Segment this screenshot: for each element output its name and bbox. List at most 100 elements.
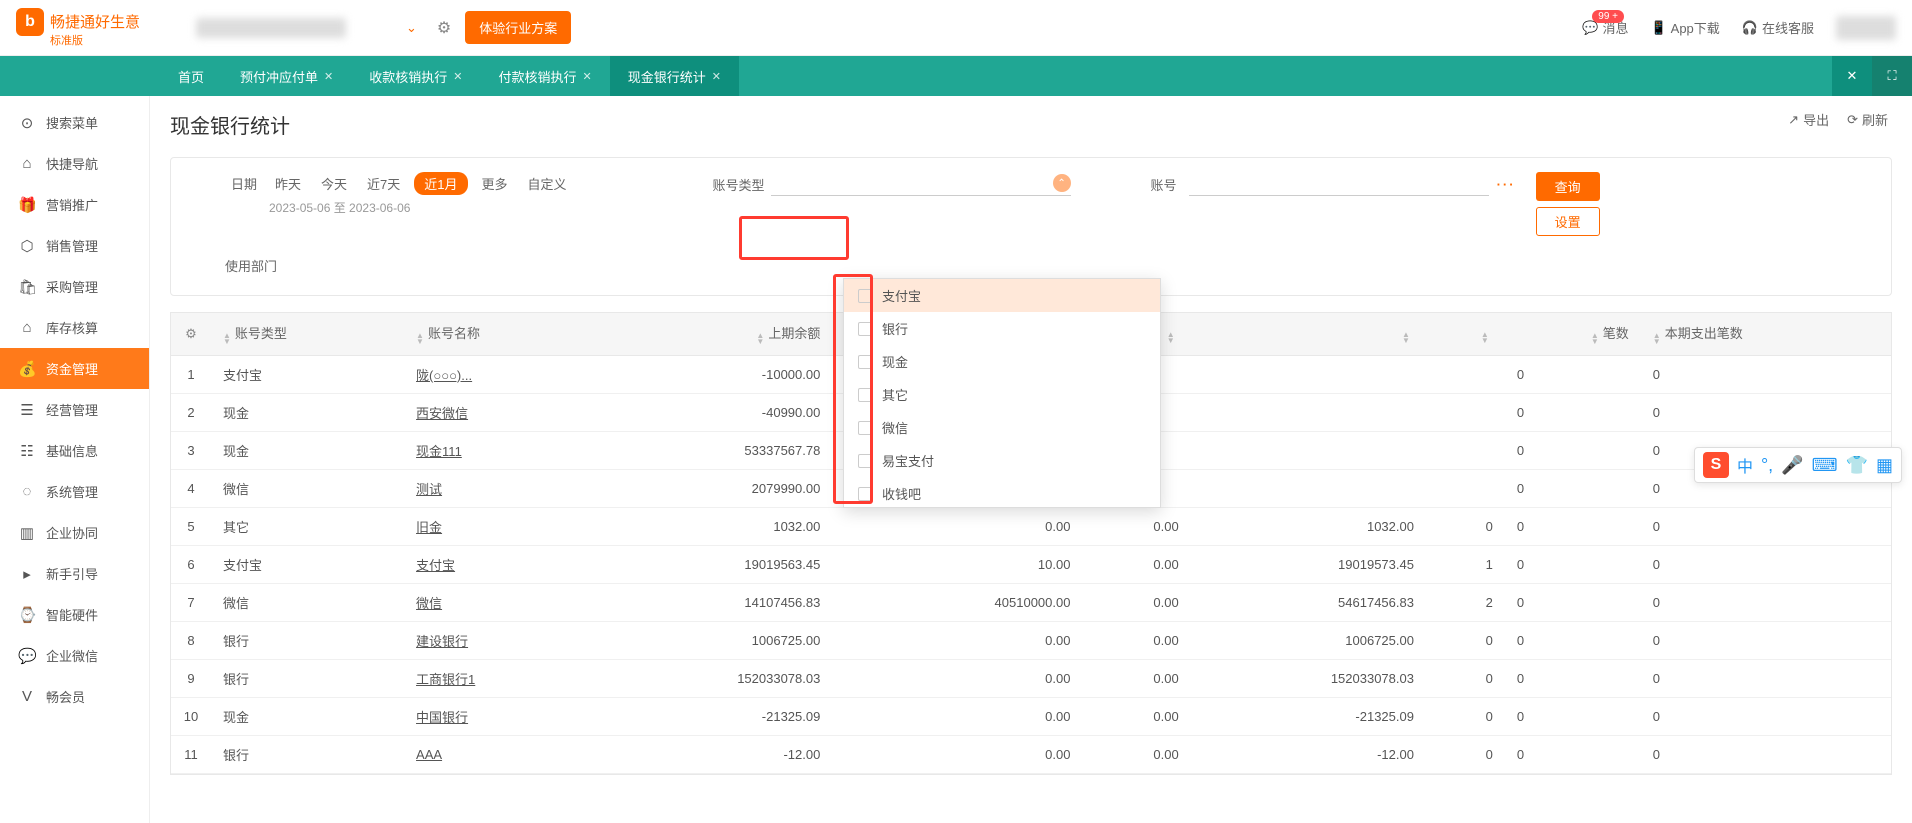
close-icon[interactable]: ✕ [324,70,333,83]
table-header[interactable]: ⚙ [171,313,211,356]
tab-0[interactable]: 首页 [160,56,222,96]
table-header[interactable]: ▲▼账号名称 [404,313,597,356]
user-avatar-blurred[interactable] [1836,16,1896,40]
sidebar-item-8[interactable]: ☷基础信息 [0,430,149,471]
account-name-link[interactable]: 西安微信 [404,394,597,432]
date-option[interactable]: 今天 [315,172,353,195]
dropdown-item[interactable]: 银行 [844,312,1160,345]
table-header[interactable]: ▲▼账号类型 [211,313,404,356]
expand-button[interactable]: ⛶ [1872,56,1912,96]
sort-icon[interactable]: ▲▼ [1653,333,1661,345]
dropdown-item[interactable]: 微信 [844,411,1160,444]
account-name-link[interactable]: 现金111 [404,432,597,470]
sidebar-item-11[interactable]: ▸新手引导 [0,553,149,594]
ime-mic-icon[interactable]: 🎤 [1781,455,1803,476]
account-name-link[interactable]: 微信 [404,584,597,622]
chevron-down-icon: ⌄ [406,20,417,36]
checkbox-icon[interactable] [858,454,872,468]
date-option[interactable]: 近1月 [414,172,467,195]
date-option[interactable]: 更多 [476,172,514,195]
industry-solution-button[interactable]: 体验行业方案 [465,11,571,44]
sidebar-item-5[interactable]: ⌂库存核算 [0,307,149,348]
tab-2[interactable]: 收款核销执行✕ [351,56,480,96]
checkbox-icon[interactable] [858,355,872,369]
table-header[interactable]: ▲▼ [1426,313,1505,356]
online-service-button[interactable]: 🎧 在线客服 [1742,18,1814,37]
sidebar-item-10[interactable]: ▥企业协同 [0,512,149,553]
sidebar-item-3[interactable]: ⬡销售管理 [0,225,149,266]
sidebar-item-1[interactable]: ⌂快捷导航 [0,143,149,184]
checkbox-icon[interactable] [858,388,872,402]
account-name-link[interactable]: AAA [404,736,597,774]
table-cell: 1032.00 [597,508,832,546]
ime-punct-icon[interactable]: °, [1761,455,1773,476]
tab-3[interactable]: 付款核销执行✕ [480,56,609,96]
table-header[interactable]: ▲▼上期余额 [597,313,832,356]
account-name-link[interactable]: 工商银行1 [404,660,597,698]
sort-icon[interactable]: ▲▼ [1481,332,1489,344]
dropdown-item[interactable]: 其它 [844,378,1160,411]
app-download-button[interactable]: 📱 App下载 [1650,18,1719,37]
sort-icon[interactable]: ▲▼ [416,333,424,345]
close-tab-button[interactable]: ✕ [1832,56,1872,96]
close-icon[interactable]: ✕ [712,70,721,83]
checkbox-icon[interactable] [858,487,872,501]
dropdown-item[interactable]: 收钱吧 [844,477,1160,508]
collapse-up-icon[interactable]: ⌃ [1053,174,1071,192]
account-name-link[interactable]: 中国银行 [404,698,597,736]
messages-button[interactable]: 💬 消息 99 + [1582,18,1628,37]
account-type-input[interactable] [771,172,1071,196]
company-selector[interactable]: ⌄ [196,18,417,38]
account-name-link[interactable]: 建设银行 [404,622,597,660]
ime-lang-button[interactable]: 中 [1737,453,1753,477]
ime-skin-icon[interactable]: 👕 [1846,455,1868,476]
checkbox-icon[interactable] [858,322,872,336]
table-header[interactable]: ▲▼本期支出笔数 [1641,313,1891,356]
sort-icon[interactable]: ▲▼ [223,333,231,345]
gear-icon[interactable]: ⚙ [437,18,451,38]
department-select[interactable] [289,254,609,277]
dropdown-item[interactable]: 现金 [844,345,1160,378]
date-option[interactable]: 自定义 [522,172,573,195]
ime-toolbox-icon[interactable]: ▦ [1876,455,1893,476]
tab-1[interactable]: 预付冲应付单✕ [222,56,351,96]
sidebar-item-9[interactable]: ◌系统管理 [0,471,149,512]
date-option[interactable]: 昨天 [269,172,307,195]
sort-icon[interactable]: ▲▼ [1591,333,1599,345]
sidebar-item-14[interactable]: V畅会员 [0,676,149,717]
account-input[interactable] [1189,172,1489,196]
checkbox-icon[interactable] [858,421,872,435]
more-options-button[interactable]: ··· [1497,177,1516,192]
query-button[interactable]: 查询 [1536,172,1600,201]
sidebar-item-0[interactable]: ⊙搜索菜单 [0,102,149,143]
ime-keyboard-icon[interactable]: ⌨ [1812,455,1838,476]
close-icon[interactable]: ✕ [583,70,592,83]
account-name-link[interactable]: 陇(○○○)... [404,356,597,394]
table-row: 6支付宝支付宝19019563.4510.000.0019019573.4510… [171,546,1891,584]
sidebar-item-4[interactable]: 🛍采购管理 [0,266,149,307]
sidebar-item-7[interactable]: ☰经营管理 [0,389,149,430]
close-icon[interactable]: ✕ [453,70,462,83]
sort-icon[interactable]: ▲▼ [1402,332,1410,344]
ime-logo-icon[interactable]: S [1703,452,1729,478]
settings-button[interactable]: 设置 [1536,207,1600,236]
sidebar-item-13[interactable]: 💬企业微信 [0,635,149,676]
sort-icon[interactable]: ▲▼ [756,333,764,345]
refresh-button[interactable]: ⟳ 刷新 [1847,110,1888,129]
gear-icon[interactable]: ⚙ [185,326,197,341]
account-name-link[interactable]: 支付宝 [404,546,597,584]
sidebar-item-12[interactable]: ⌚智能硬件 [0,594,149,635]
dropdown-item[interactable]: 支付宝 [844,279,1160,312]
table-header[interactable]: ▲▼笔数 [1505,313,1641,356]
account-name-link[interactable]: 测试 [404,470,597,508]
tab-4[interactable]: 现金银行统计✕ [610,56,739,96]
sort-icon[interactable]: ▲▼ [1167,332,1175,344]
account-name-link[interactable]: 旧金 [404,508,597,546]
export-button[interactable]: ↗ 导出 [1788,110,1829,129]
dropdown-item[interactable]: 易宝支付 [844,444,1160,477]
date-option[interactable]: 近7天 [361,172,406,195]
table-header[interactable]: ▲▼ [1191,313,1426,356]
sidebar-item-6[interactable]: 💰资金管理 [0,348,149,389]
checkbox-icon[interactable] [858,289,872,303]
sidebar-item-2[interactable]: 🎁营销推广 [0,184,149,225]
